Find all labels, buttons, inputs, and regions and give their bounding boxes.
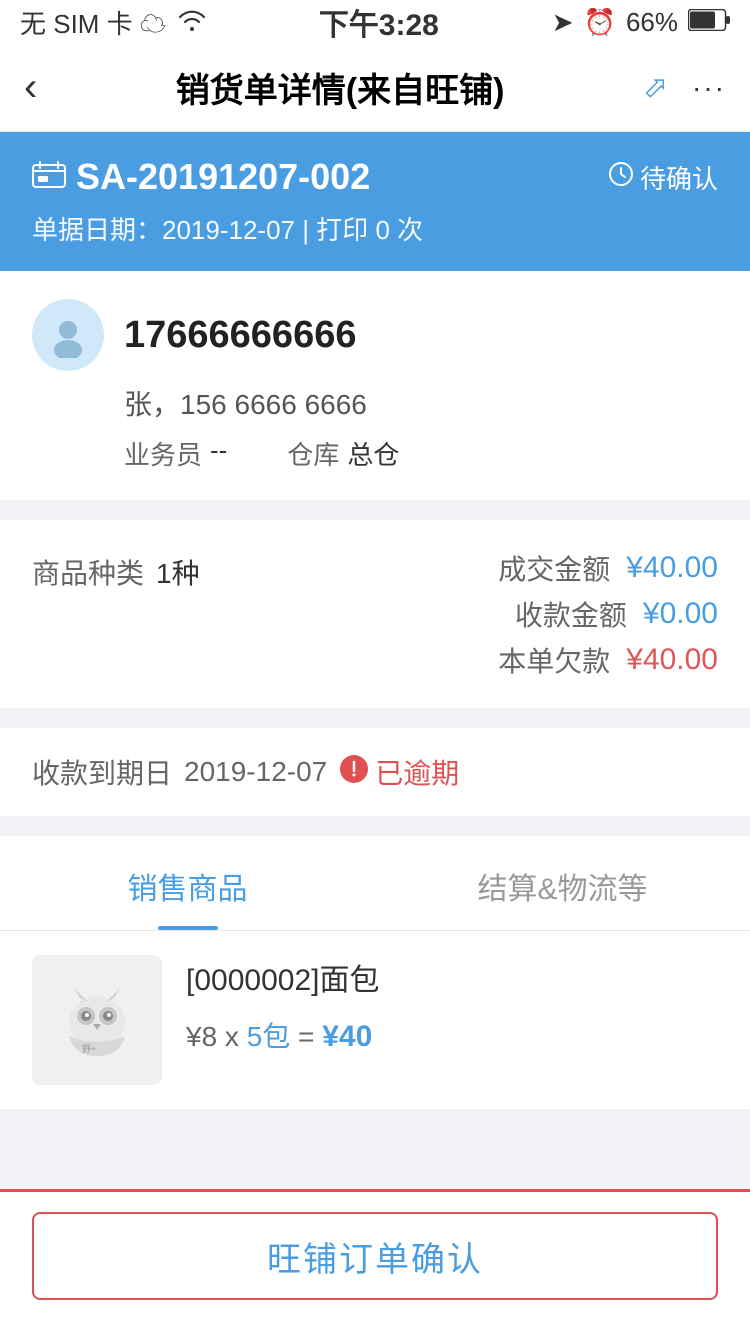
- product-section: 野+ [0000002]面包 ¥8 x 5包 = ¥40: [0, 931, 750, 1109]
- customer-name: 张，156 6666 6666: [32, 383, 718, 423]
- svg-text:野+: 野+: [82, 1044, 96, 1054]
- tab-settlement[interactable]: 结算&物流等: [375, 836, 750, 930]
- nav-title: 销货单详情(来自旺铺): [176, 63, 505, 112]
- battery-percent: 66%: [626, 7, 678, 38]
- sales-label: 业务员: [124, 435, 202, 472]
- product-equals: =: [290, 1021, 322, 1052]
- product-info: [0000002]面包 ¥8 x 5包 = ¥40: [186, 955, 718, 1055]
- status-left: 无 SIM 卡 ☁: [20, 4, 206, 41]
- avatar: [32, 299, 104, 371]
- more-button[interactable]: ···: [692, 72, 726, 104]
- clock-icon: [608, 161, 634, 194]
- warehouse-item: 仓库 总仓: [287, 435, 399, 472]
- due-date-label: 收款到期日: [32, 752, 172, 792]
- product-quantity: 5包: [247, 1021, 291, 1052]
- tab-products[interactable]: 销售商品: [0, 836, 375, 930]
- sales-item: 业务员 --: [124, 435, 227, 472]
- status-right: ➤ ⏰ 66%: [552, 7, 730, 38]
- status-time: 下午3:28: [319, 0, 439, 44]
- amounts-area: 成交金额 ¥40.00 收款金额 ¥0.00 本单欠款 ¥40.00: [498, 548, 718, 680]
- order-id: SA-20191207-002: [32, 156, 370, 198]
- sales-value: --: [210, 435, 227, 472]
- owed-amount-row: 本单欠款 ¥40.00: [498, 640, 718, 680]
- alarm-icon: ⏰: [584, 7, 616, 38]
- owed-label: 本单欠款: [498, 640, 610, 680]
- deal-amount-label: 成交金额: [498, 548, 610, 588]
- nav-right: ⬀ ···: [643, 70, 726, 105]
- product-kind-value: 1种: [156, 552, 200, 592]
- warehouse-label: 仓库: [287, 435, 339, 472]
- customer-section: 17666666666 张，156 6666 6666 业务员 -- 仓库 总仓: [0, 271, 750, 500]
- deal-amount-row: 成交金额 ¥40.00: [498, 548, 718, 588]
- product-kind-label: 商品种类: [32, 552, 144, 592]
- overdue-text: 已逾期: [375, 752, 459, 792]
- product-price-row: ¥8 x 5包 = ¥40: [186, 1015, 718, 1055]
- order-summary-section: 商品种类 1种 成交金额 ¥40.00 收款金额 ¥0.00 本单欠款 ¥40.…: [0, 520, 750, 708]
- nav-left: ‹: [24, 65, 37, 110]
- confirm-order-button[interactable]: 旺铺订单确认: [32, 1212, 718, 1300]
- overdue-icon: [339, 754, 369, 791]
- due-date-value: 2019-12-07: [184, 756, 327, 788]
- customer-meta: 业务员 -- 仓库 总仓: [32, 435, 718, 472]
- order-id-row: SA-20191207-002 待确认: [32, 156, 718, 198]
- order-date-row: 单据日期：2019-12-07 | 打印 0 次: [32, 210, 718, 247]
- order-id-icon: [32, 156, 66, 198]
- export-button[interactable]: ⬀: [643, 70, 668, 105]
- order-header: SA-20191207-002 待确认 单据日期：2019-12-07 | 打印…: [0, 132, 750, 271]
- summary-row: 商品种类 1种 成交金额 ¥40.00 收款金额 ¥0.00 本单欠款 ¥40.…: [32, 548, 718, 680]
- product-thumbnail: 野+: [32, 955, 162, 1085]
- product-total: ¥40: [322, 1020, 372, 1053]
- tabs-bar: 销售商品 结算&物流等: [0, 836, 750, 931]
- customer-row: 17666666666: [32, 299, 718, 371]
- back-button[interactable]: ‹: [24, 65, 37, 110]
- received-amount-row: 收款金额 ¥0.00: [515, 594, 718, 634]
- battery-icon: [688, 7, 730, 38]
- nav-bar: ‹ 销货单详情(来自旺铺) ⬀ ···: [0, 44, 750, 132]
- customer-phone: 17666666666: [124, 314, 356, 357]
- wifi-icon: [178, 7, 206, 38]
- overdue-badge: 已逾期: [339, 752, 459, 792]
- status-bar: 无 SIM 卡 ☁ 下午3:28 ➤ ⏰ 66%: [0, 0, 750, 44]
- product-price: ¥8 x: [186, 1021, 247, 1052]
- product-name: [0000002]面包: [186, 955, 718, 999]
- order-status: 待确认: [608, 159, 718, 196]
- deal-amount-value: ¥40.00: [626, 551, 718, 585]
- no-sim-label: 无 SIM 卡 ☁: [20, 4, 166, 41]
- location-icon: ➤: [552, 7, 574, 38]
- warehouse-value: 总仓: [347, 435, 399, 472]
- bottom-bar: 旺铺订单确认: [0, 1189, 750, 1334]
- received-value: ¥0.00: [643, 597, 718, 631]
- owed-value: ¥40.00: [626, 643, 718, 677]
- product-kind-area: 商品种类 1种: [32, 552, 200, 592]
- due-date-section: 收款到期日 2019-12-07 已逾期: [0, 728, 750, 816]
- received-label: 收款金额: [515, 594, 627, 634]
